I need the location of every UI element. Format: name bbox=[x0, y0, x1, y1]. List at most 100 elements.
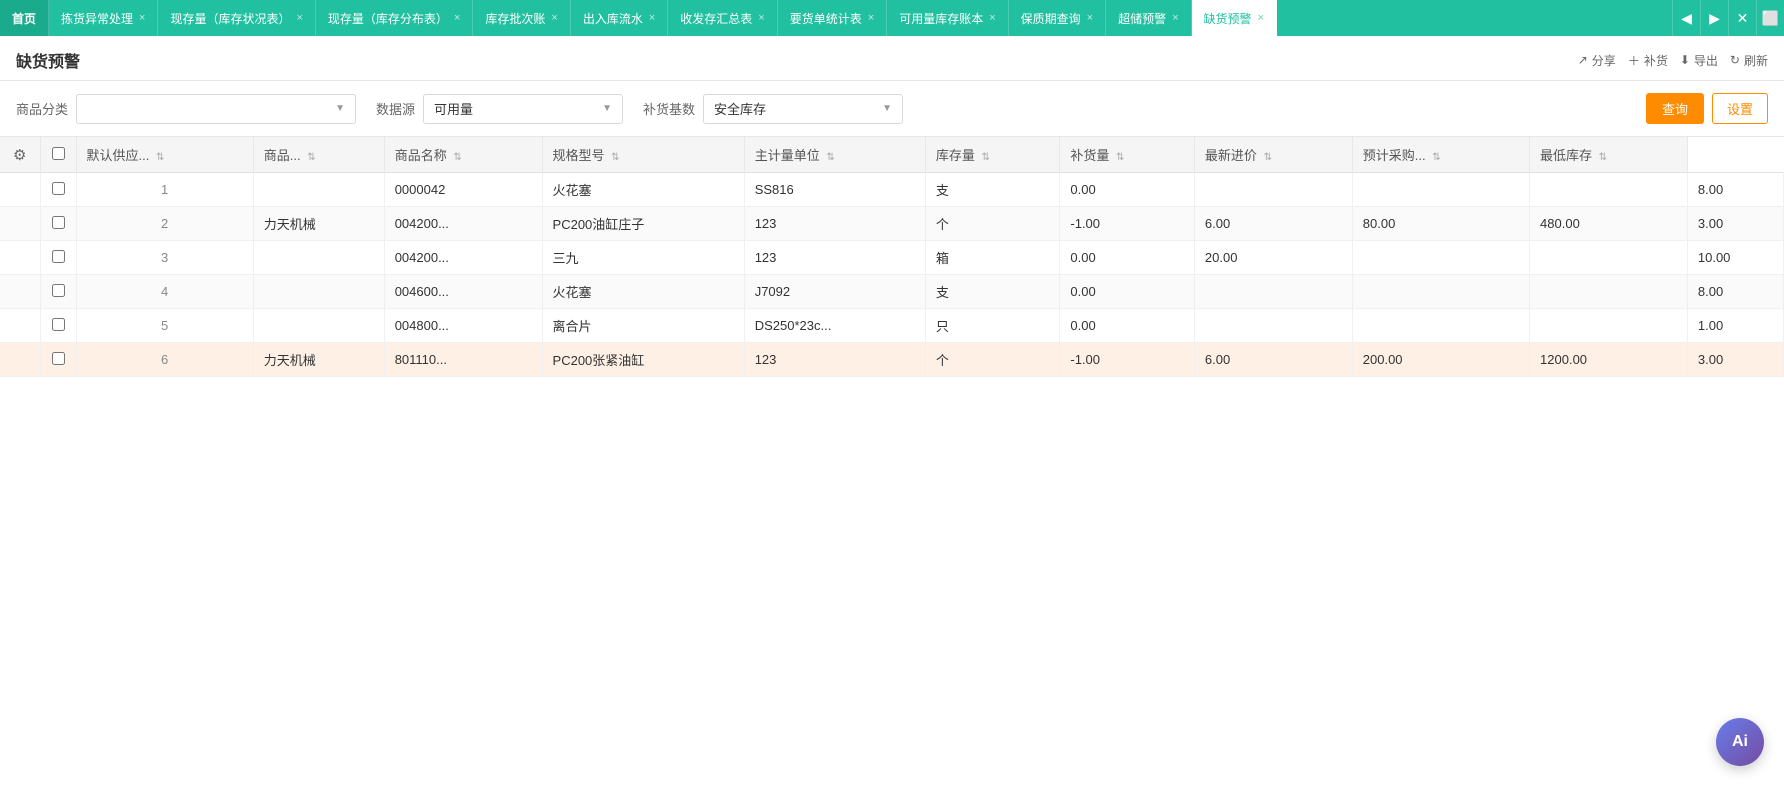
row-number: 6 bbox=[76, 343, 253, 377]
product-category-select[interactable]: ▼ bbox=[76, 94, 356, 124]
column-unit[interactable]: 主计量单位 ⇅ bbox=[744, 137, 925, 173]
refresh-icon: ↻ bbox=[1730, 53, 1740, 67]
row-unit: 只 bbox=[925, 309, 1060, 343]
row-spec: SS816 bbox=[744, 173, 925, 207]
share-button[interactable]: ↗ 分享 bbox=[1578, 52, 1616, 69]
data-source-group: 数据源 可用量 ▼ bbox=[376, 94, 623, 124]
row-replenish bbox=[1194, 309, 1352, 343]
row-replenish: 6.00 bbox=[1194, 207, 1352, 241]
column-min-stock[interactable]: 最低库存 ⇅ bbox=[1530, 137, 1688, 173]
close-icon[interactable]: × bbox=[1258, 12, 1264, 24]
tab-prev-button[interactable]: ◀ bbox=[1672, 0, 1700, 36]
row-checkbox[interactable] bbox=[52, 318, 65, 331]
data-source-select[interactable]: 可用量 ▼ bbox=[423, 94, 623, 124]
replenish-button[interactable]: ＋ 补货 bbox=[1628, 52, 1668, 69]
row-checkbox[interactable] bbox=[52, 250, 65, 263]
row-replenish: 6.00 bbox=[1194, 343, 1352, 377]
column-estimated-purchase[interactable]: 预计采购... ⇅ bbox=[1352, 137, 1529, 173]
close-icon[interactable]: × bbox=[868, 12, 874, 24]
close-icon[interactable]: × bbox=[758, 12, 764, 24]
tab-5[interactable]: 出入库流水 × bbox=[571, 0, 668, 36]
close-icon[interactable]: × bbox=[139, 12, 145, 24]
tab-2[interactable]: 现存量（库存状况表） × bbox=[158, 0, 315, 36]
close-icon[interactable]: × bbox=[454, 12, 460, 24]
row-latest-price bbox=[1352, 241, 1529, 275]
tab-next-button[interactable]: ▶ bbox=[1700, 0, 1728, 36]
settings-button[interactable]: 设置 bbox=[1712, 93, 1768, 124]
row-checkbox[interactable] bbox=[52, 182, 65, 195]
row-checkbox[interactable] bbox=[52, 352, 65, 365]
refresh-button[interactable]: ↻ 刷新 bbox=[1730, 52, 1768, 69]
close-icon[interactable]: × bbox=[296, 12, 302, 24]
close-icon[interactable]: × bbox=[551, 12, 557, 24]
column-gear[interactable]: ⚙ bbox=[0, 137, 40, 173]
close-icon[interactable]: × bbox=[1087, 12, 1093, 24]
row-checkbox-cell bbox=[40, 309, 76, 343]
share-icon: ↗ bbox=[1578, 53, 1588, 67]
sort-icon: ⇅ bbox=[1264, 152, 1272, 163]
row-spec: 123 bbox=[744, 343, 925, 377]
row-estimated-purchase bbox=[1530, 275, 1688, 309]
tab-3[interactable]: 现存量（库存分布表） × bbox=[316, 0, 473, 36]
table-row: 5004800...离合片DS250*23c...只0.001.00 bbox=[0, 309, 1784, 343]
row-default-supplier bbox=[253, 309, 384, 343]
row-estimated-purchase: 1200.00 bbox=[1530, 343, 1688, 377]
row-spec: J7092 bbox=[744, 275, 925, 309]
close-icon[interactable]: × bbox=[649, 12, 655, 24]
close-icon[interactable]: × bbox=[1172, 12, 1178, 24]
row-product-name: 三九 bbox=[542, 241, 744, 275]
column-default-supplier[interactable]: 默认供应... ⇅ bbox=[76, 137, 253, 173]
tab-8[interactable]: 可用量库存账本 × bbox=[887, 0, 1008, 36]
row-checkbox[interactable] bbox=[52, 216, 65, 229]
tab-home[interactable]: 首页 bbox=[0, 0, 49, 36]
query-button[interactable]: 查询 bbox=[1646, 93, 1704, 124]
data-table: ⚙ 默认供应... ⇅ 商品... ⇅ 商品名称 ⇅ bbox=[0, 137, 1784, 377]
row-checkbox[interactable] bbox=[52, 284, 65, 297]
row-min-stock: 8.00 bbox=[1687, 275, 1783, 309]
tab-7[interactable]: 要货单统计表 × bbox=[778, 0, 887, 36]
sort-icon: ⇅ bbox=[1432, 152, 1440, 163]
chevron-down-icon: ▼ bbox=[882, 103, 892, 114]
tab-4[interactable]: 库存批次账 × bbox=[473, 0, 570, 36]
column-stock[interactable]: 库存量 ⇅ bbox=[925, 137, 1060, 173]
row-estimated-purchase bbox=[1530, 241, 1688, 275]
tab-9[interactable]: 保质期查询 × bbox=[1009, 0, 1106, 36]
export-button[interactable]: ⬇ 导出 bbox=[1680, 52, 1718, 69]
replenish-base-select[interactable]: 安全库存 ▼ bbox=[703, 94, 903, 124]
row-stock: 0.00 bbox=[1060, 275, 1195, 309]
row-product-name: PC200油缸庄子 bbox=[542, 207, 744, 241]
row-product-code: 004600... bbox=[384, 275, 542, 309]
tab-1[interactable]: 拣货异常处理 × bbox=[49, 0, 158, 36]
column-product-name[interactable]: 商品名称 ⇅ bbox=[384, 137, 542, 173]
close-icon[interactable]: × bbox=[989, 12, 995, 24]
row-number: 4 bbox=[76, 275, 253, 309]
gear-icon[interactable]: ⚙ bbox=[13, 147, 26, 164]
row-checkbox-cell bbox=[40, 207, 76, 241]
row-replenish bbox=[1194, 275, 1352, 309]
tab-11-active[interactable]: 缺货预警 × bbox=[1192, 0, 1277, 36]
ai-button[interactable]: Ai bbox=[1716, 718, 1764, 766]
page-title: 缺货预警 bbox=[16, 48, 80, 72]
filter-actions: 查询 设置 bbox=[1646, 93, 1768, 124]
row-product-name: 离合片 bbox=[542, 309, 744, 343]
tab-maximize-button[interactable]: ⬜ bbox=[1756, 0, 1784, 36]
row-replenish bbox=[1194, 173, 1352, 207]
replenish-base-label: 补货基数 bbox=[643, 99, 695, 118]
row-default-supplier bbox=[253, 173, 384, 207]
select-all-checkbox[interactable] bbox=[52, 147, 65, 160]
column-replenish[interactable]: 补货量 ⇅ bbox=[1060, 137, 1195, 173]
product-category-label: 商品分类 bbox=[16, 99, 68, 118]
tab-10[interactable]: 超储预警 × bbox=[1106, 0, 1191, 36]
row-min-stock: 10.00 bbox=[1687, 241, 1783, 275]
column-spec[interactable]: 规格型号 ⇅ bbox=[542, 137, 744, 173]
sort-icon: ⇅ bbox=[307, 152, 315, 163]
column-latest-price[interactable]: 最新进价 ⇅ bbox=[1194, 137, 1352, 173]
row-default-supplier: 力天机械 bbox=[253, 207, 384, 241]
product-category-group: 商品分类 ▼ bbox=[16, 94, 356, 124]
tab-6[interactable]: 收发存汇总表 × bbox=[668, 0, 777, 36]
row-gear bbox=[0, 173, 40, 207]
tab-close-all-button[interactable]: ✕ bbox=[1728, 0, 1756, 36]
row-product-code: 004800... bbox=[384, 309, 542, 343]
column-product-code[interactable]: 商品... ⇅ bbox=[253, 137, 384, 173]
row-stock: 0.00 bbox=[1060, 241, 1195, 275]
